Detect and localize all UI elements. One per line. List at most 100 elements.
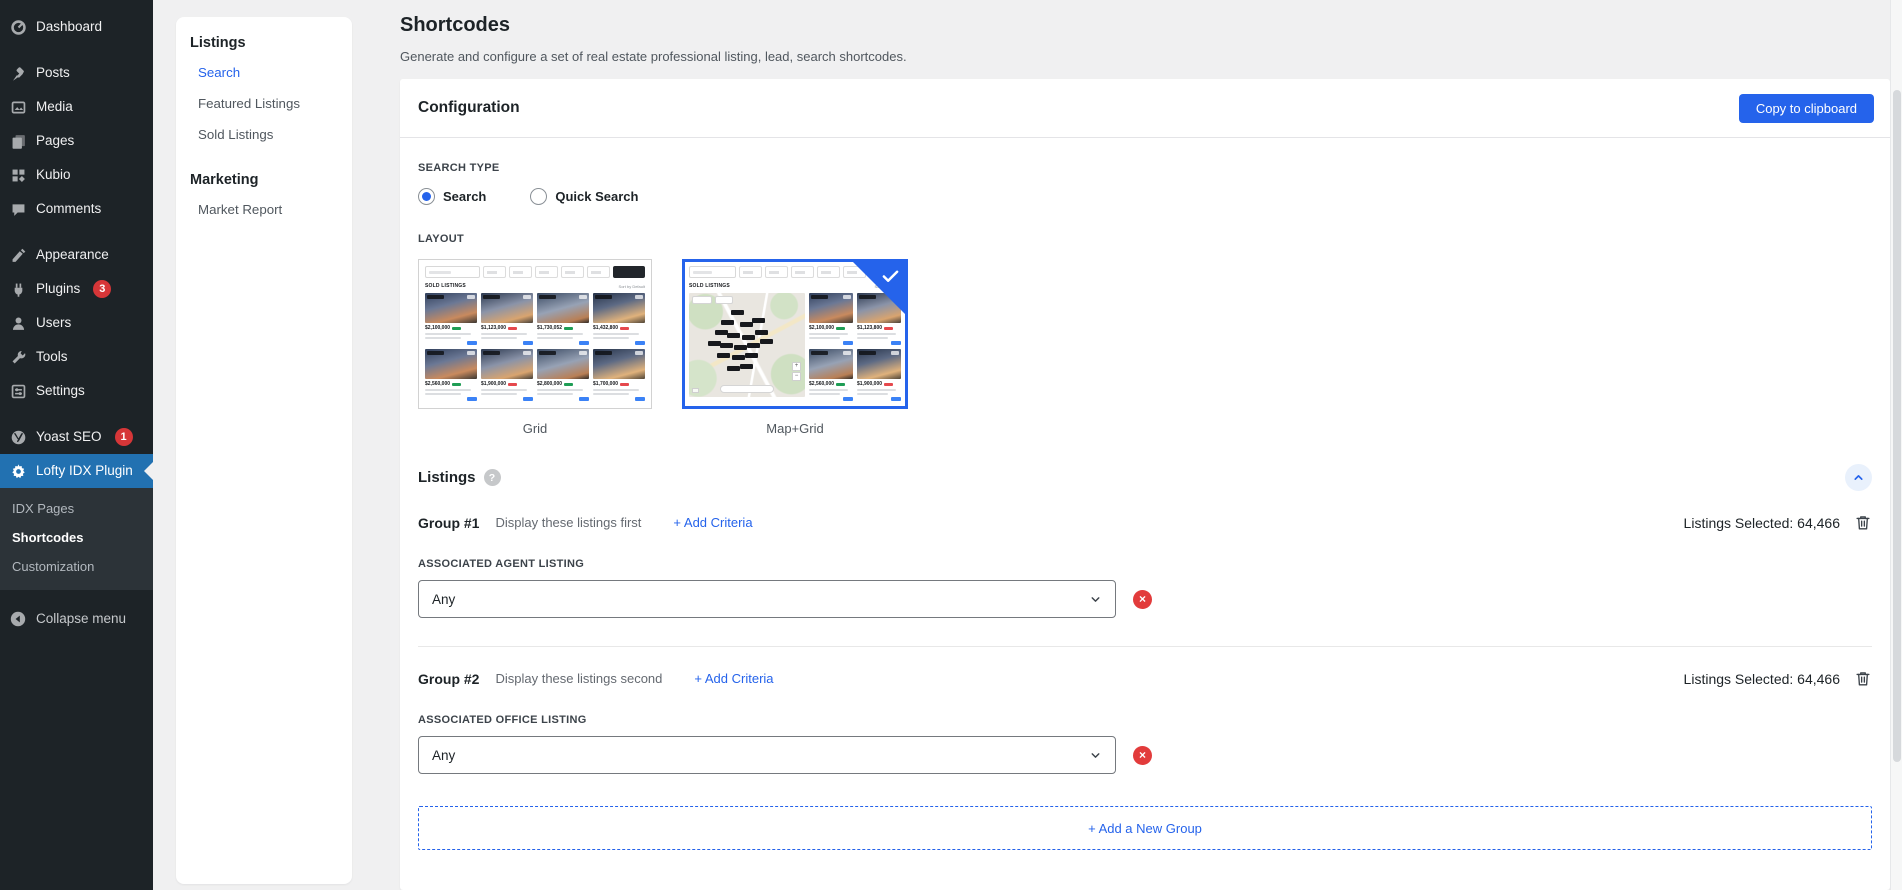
plugin-subnav-panel: ListingsSearchFeatured ListingsSold List… <box>176 17 352 884</box>
add-criteria-link[interactable]: + Add Criteria <box>673 515 752 530</box>
thumb-listing-card: $2,800,000 <box>537 349 589 401</box>
page-scrollbar[interactable] <box>1890 0 1902 890</box>
sidebar-item-kubio[interactable]: Kubio <box>0 158 153 192</box>
thumb-listing-card: $2,560,000 <box>425 349 477 401</box>
remove-criteria-icon[interactable]: × <box>1133 746 1152 765</box>
listings-title: Listings <box>418 469 476 486</box>
thumb-listing-card: $2,560,000 <box>809 349 853 401</box>
copy-to-clipboard-button[interactable]: Copy to clipboard <box>1739 94 1874 123</box>
map-price-pin <box>745 353 758 358</box>
collapse-icon <box>9 610 27 628</box>
radio-circle-icon <box>418 188 435 205</box>
configuration-title: Configuration <box>418 99 520 117</box>
nav-item-featured-listings[interactable]: Featured Listings <box>188 88 340 119</box>
map-price-pin <box>717 353 730 358</box>
dashboard-icon <box>9 18 27 36</box>
sidebar-item-pages[interactable]: Pages <box>0 124 153 158</box>
map-price-pin <box>727 333 740 338</box>
sidebar-item-label: Comments <box>36 200 101 218</box>
sidebar-item-posts[interactable]: Posts <box>0 56 153 90</box>
remove-criteria-icon[interactable]: × <box>1133 590 1152 609</box>
thumb-listing-card: $1,900,000 <box>857 349 901 401</box>
map-price-pin <box>732 355 745 360</box>
search-type-label: SEARCH TYPE <box>418 162 1872 174</box>
add-criteria-link[interactable]: + Add Criteria <box>694 671 773 686</box>
layout-options: SOLD LISTINGS Sort by Default $2,100,000… <box>418 259 1872 436</box>
media-icon <box>9 98 27 116</box>
map-price-pin <box>740 322 753 327</box>
map-price-pin <box>720 343 733 348</box>
chevron-down-icon <box>1089 593 1102 606</box>
kubio-icon <box>9 166 27 184</box>
associated-office-listing-select[interactable]: Any <box>418 736 1116 774</box>
collapse-menu-label: Collapse menu <box>36 610 126 628</box>
sidebar-item-label: Tools <box>36 348 68 366</box>
notification-badge: 3 <box>93 280 111 298</box>
divider <box>418 646 1872 647</box>
map-zoom-controls: +− <box>792 362 801 381</box>
nav-section-heading: Marketing <box>188 168 340 194</box>
radio-label: Quick Search <box>555 189 638 204</box>
sidebar-item-settings[interactable]: Settings <box>0 374 153 408</box>
listing-groups: Group #1 Display these listings first + … <box>418 513 1872 774</box>
sidebar-item-media[interactable]: Media <box>0 90 153 124</box>
map-price-pin <box>708 341 721 346</box>
nav-section-heading: Listings <box>188 31 340 57</box>
map-price-pin <box>740 364 753 369</box>
sidebar-item-comments[interactable]: Comments <box>0 192 153 226</box>
sidebar-item-dashboard[interactable]: Dashboard <box>0 10 153 44</box>
sidebar-item-label: Dashboard <box>36 18 102 36</box>
layout-option-map-grid[interactable]: SOLD LISTINGS Sort by Default +− $2,100,… <box>682 259 908 436</box>
map-price-pin <box>721 320 734 325</box>
group-hint: Display these listings second <box>495 671 662 686</box>
map-price-pin <box>742 335 755 340</box>
thumb-listing-card: $1,900,000 <box>481 349 533 401</box>
associated-agent-listing-select[interactable]: Any <box>418 580 1116 618</box>
chevron-down-icon <box>1089 749 1102 762</box>
sidebar-item-label: Plugins <box>36 280 80 298</box>
map-price-pin <box>734 345 747 350</box>
submenu-item-shortcodes[interactable]: Shortcodes <box>0 523 153 552</box>
wp-admin-sidebar: Dashboard Posts Media Pages Kubio Commen… <box>0 0 153 890</box>
brush-icon <box>9 246 27 264</box>
search-type-radio-quick-search[interactable]: Quick Search <box>530 188 638 205</box>
main-content: Shortcodes Generate and configure a set … <box>376 0 1902 890</box>
nav-item-sold-listings[interactable]: Sold Listings <box>188 119 340 150</box>
scrollbar-thumb[interactable] <box>1893 90 1901 762</box>
gear-icon <box>9 462 27 480</box>
submenu-item-idx-pages[interactable]: IDX Pages <box>0 494 153 523</box>
wrench-icon <box>9 348 27 366</box>
nav-item-market-report[interactable]: Market Report <box>188 194 340 225</box>
map-price-pin <box>752 318 765 323</box>
search-type-radio-search[interactable]: Search <box>418 188 486 205</box>
trash-icon[interactable] <box>1854 669 1872 688</box>
help-icon[interactable]: ? <box>484 469 501 486</box>
radio-circle-icon <box>530 188 547 205</box>
wp-admin-menu: Dashboard Posts Media Pages Kubio Commen… <box>0 10 153 636</box>
sidebar-item-appearance[interactable]: Appearance <box>0 238 153 272</box>
select-value: Any <box>432 748 455 763</box>
add-new-group-button[interactable]: + Add a New Group <box>418 806 1872 850</box>
configuration-card-body: SEARCH TYPE Search Quick Search LAYOUT S… <box>400 138 1890 890</box>
thumb-listing-card: $1,700,000 <box>593 349 645 401</box>
sidebar-item-lofty-idx-plugin[interactable]: Lofty IDX Plugin <box>0 454 153 488</box>
sidebar-item-tools[interactable]: Tools <box>0 340 153 374</box>
listing-group-2: Group #2 Display these listings second +… <box>418 669 1872 774</box>
field-label: ASSOCIATED OFFICE LISTING <box>418 714 1872 726</box>
sidebar-item-yoast-seo[interactable]: Yoast SEO 1 <box>0 420 153 454</box>
sidebar-item-users[interactable]: Users <box>0 306 153 340</box>
layout-option-grid[interactable]: SOLD LISTINGS Sort by Default $2,100,000… <box>418 259 652 436</box>
notification-badge: 1 <box>115 428 133 446</box>
sidebar-item-label: Settings <box>36 382 85 400</box>
collapse-section-button[interactable] <box>1845 464 1872 491</box>
sidebar-item-plugins[interactable]: Plugins 3 <box>0 272 153 306</box>
listing-group-1: Group #1 Display these listings first + … <box>418 513 1872 618</box>
trash-icon[interactable] <box>1854 513 1872 532</box>
thumb-listing-card: $1,432,800 <box>593 293 645 345</box>
submenu-item-customization[interactable]: Customization <box>0 552 153 581</box>
layout-thumbnail: SOLD LISTINGS Sort by Default +− $2,100,… <box>682 259 908 409</box>
collapse-menu-button[interactable]: Collapse menu <box>0 602 153 636</box>
field-label: ASSOCIATED AGENT LISTING <box>418 558 1872 570</box>
nav-item-search[interactable]: Search <box>188 57 340 88</box>
radio-label: Search <box>443 189 486 204</box>
